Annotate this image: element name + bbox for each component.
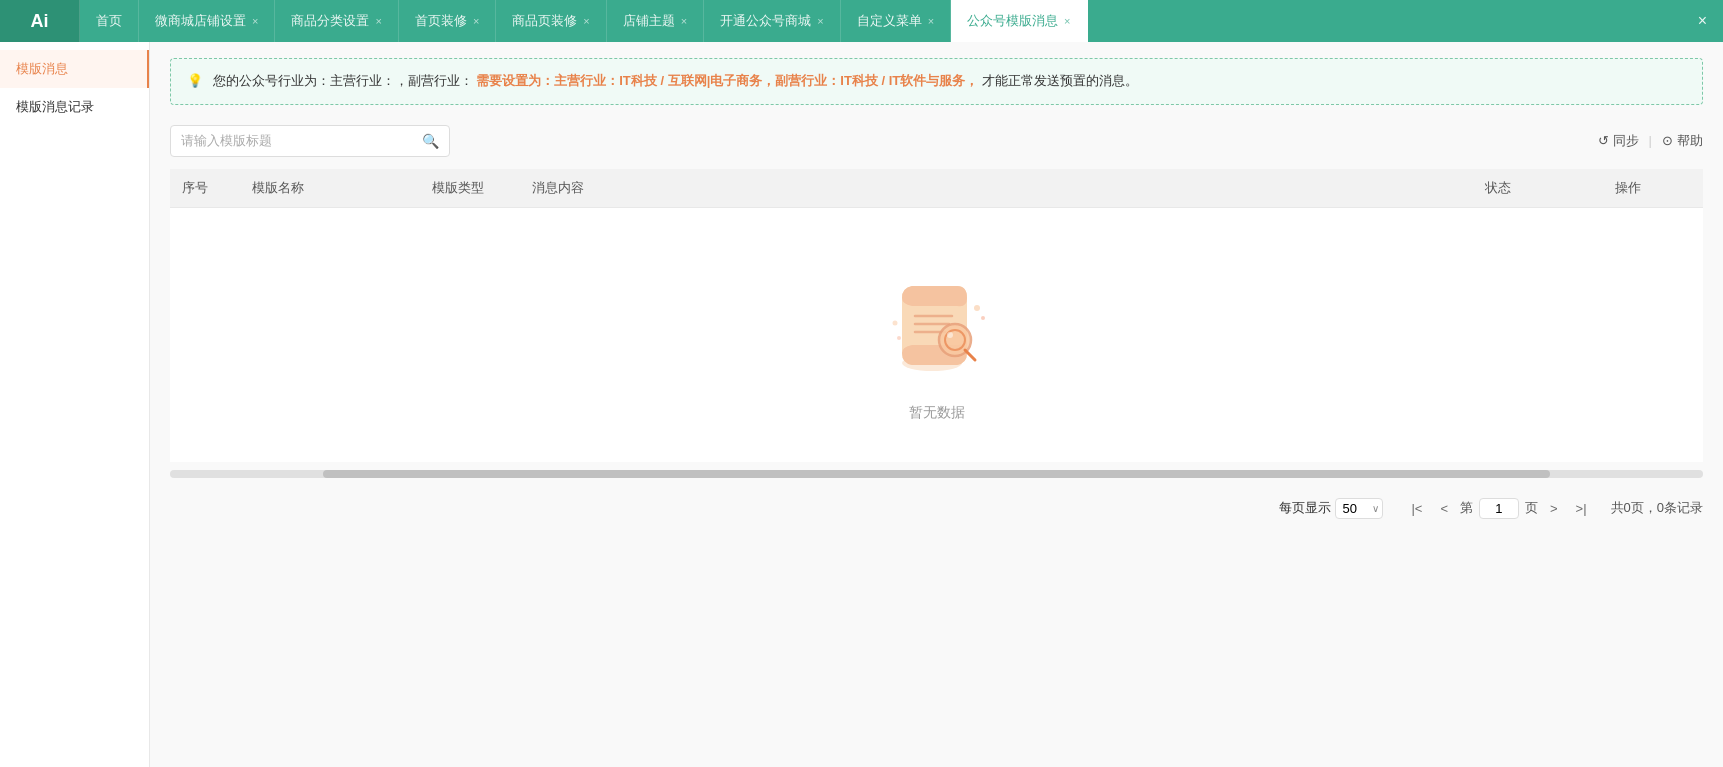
scrollbar-thumb[interactable]	[323, 470, 1549, 478]
first-page-button[interactable]: |<	[1405, 499, 1428, 518]
close-tab-homepage-decor[interactable]: ×	[473, 15, 479, 27]
page-size-select[interactable]: 10 20 50 100	[1335, 498, 1383, 519]
prev-page-button[interactable]: <	[1434, 499, 1454, 518]
page-label-after: 页	[1525, 499, 1538, 517]
last-page-button[interactable]: >|	[1570, 499, 1593, 518]
tab-homepage-decor[interactable]: 首页装修 ×	[399, 0, 496, 42]
tab-shop-theme[interactable]: 店铺主题 ×	[607, 0, 704, 42]
search-input[interactable]	[181, 133, 422, 148]
svg-point-7	[947, 332, 953, 338]
table-header-row: 序号 模版名称 模版类型 消息内容 状态 操作	[170, 169, 1703, 208]
pagination: 每页显示 10 20 50 100 |< < 第 1 页 > >| 共0页，0条…	[170, 486, 1703, 523]
close-tab-shop-theme[interactable]: ×	[681, 15, 687, 27]
col-header-status: 状态	[1473, 169, 1603, 208]
toolbar-right: ↺ 同步 | ⊙ 帮助	[1598, 132, 1703, 150]
app-logo: Ai	[0, 0, 80, 42]
col-header-content: 消息内容	[520, 169, 1473, 208]
search-icon[interactable]: 🔍	[422, 133, 439, 149]
page-size-select-wrapper: 10 20 50 100	[1335, 498, 1383, 519]
search-bar: 🔍 ↺ 同步 | ⊙ 帮助	[170, 125, 1703, 157]
divider: |	[1649, 133, 1652, 148]
tab-bar: Ai 首页 微商城店铺设置 × 商品分类设置 × 首页装修 × 商品页装修 × …	[0, 0, 1723, 42]
page-size-selector: 每页显示 10 20 50 100	[1279, 498, 1383, 519]
svg-point-11	[897, 336, 901, 340]
tab-product-page-decor[interactable]: 商品页装修 ×	[496, 0, 606, 42]
svg-point-8	[974, 305, 980, 311]
help-icon: ⊙	[1662, 133, 1673, 148]
close-tab-custom-menu[interactable]: ×	[928, 15, 934, 27]
col-header-type: 模版类型	[420, 169, 520, 208]
main-layout: 模版消息 模版消息记录 💡 您的公众号行业为：主营行业：，副营行业： 需要设置为…	[0, 42, 1723, 767]
empty-text: 暂无数据	[909, 404, 965, 422]
tab-open-mall[interactable]: 开通公众号商城 ×	[704, 0, 840, 42]
next-page-button[interactable]: >	[1544, 499, 1564, 518]
close-tab-product-category[interactable]: ×	[375, 15, 381, 27]
sidebar-item-template-msg-record[interactable]: 模版消息记录	[0, 88, 149, 126]
tab-template-msg[interactable]: 公众号模版消息 ×	[951, 0, 1087, 42]
sync-icon: ↺	[1598, 133, 1609, 148]
col-header-action: 操作	[1603, 169, 1703, 208]
page-label-before: 第	[1460, 499, 1473, 517]
table-empty-row: 暂无数据	[170, 207, 1703, 462]
notice-box: 💡 您的公众号行业为：主营行业：，副营行业： 需要设置为：主营行业：IT科技 /…	[170, 58, 1703, 105]
sync-button[interactable]: ↺ 同步	[1598, 132, 1639, 150]
svg-point-9	[981, 316, 985, 320]
close-tab-open-mall[interactable]: ×	[817, 15, 823, 27]
col-header-name: 模版名称	[240, 169, 420, 208]
data-table: 序号 模版名称 模版类型 消息内容 状态 操作	[170, 169, 1703, 462]
current-page-input[interactable]: 1	[1479, 498, 1519, 519]
page-size-label: 每页显示	[1279, 499, 1331, 517]
page-total-info: 共0页，0条记录	[1611, 499, 1703, 517]
tab-product-category[interactable]: 商品分类设置 ×	[275, 0, 398, 42]
horizontal-scrollbar[interactable]	[170, 470, 1703, 478]
tab-home[interactable]: 首页	[80, 0, 139, 42]
help-button[interactable]: ⊙ 帮助	[1662, 132, 1703, 150]
content-area: 💡 您的公众号行业为：主营行业：，副营行业： 需要设置为：主营行业：IT科技 /…	[150, 42, 1723, 767]
svg-point-10	[892, 320, 897, 325]
sidebar: 模版消息 模版消息记录	[0, 42, 150, 767]
sidebar-item-template-msg[interactable]: 模版消息	[0, 50, 149, 88]
close-tab-micro-shop-setting[interactable]: ×	[252, 15, 258, 27]
close-tab-product-page-decor[interactable]: ×	[583, 15, 589, 27]
empty-state: 暂无数据	[170, 208, 1703, 462]
bulb-icon: 💡	[187, 73, 203, 88]
empty-icon	[877, 268, 997, 388]
search-input-wrap: 🔍	[170, 125, 450, 157]
close-tab-template-msg[interactable]: ×	[1064, 15, 1070, 27]
col-header-seq: 序号	[170, 169, 240, 208]
tab-custom-menu[interactable]: 自定义菜单 ×	[841, 0, 951, 42]
tab-micro-shop-setting[interactable]: 微商城店铺设置 ×	[139, 0, 275, 42]
close-all-tabs-button[interactable]: ×	[1682, 12, 1723, 30]
